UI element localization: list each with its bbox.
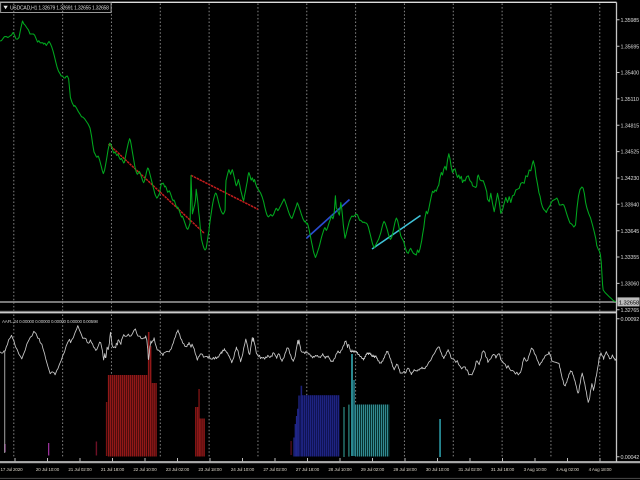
svg-text:21 Jul 02:00: 21 Jul 02:00 [68,467,92,472]
svg-text:22 Jul 10:00: 22 Jul 10:00 [133,467,157,472]
svg-text:24 Jul 10:00: 24 Jul 10:00 [231,467,255,472]
svg-text:1.33940: 1.33940 [621,202,640,208]
svg-text:USDCAD,H1 1.32679 1.32691 1.3: USDCAD,H1 1.32679 1.32691 1.32655 1.3265… [10,6,109,12]
svg-text:29 Jul 18:00: 29 Jul 18:00 [393,467,417,472]
svg-text:23 Jul 02:00: 23 Jul 02:00 [166,467,190,472]
svg-text:31 Jul 18:00: 31 Jul 18:00 [491,467,515,472]
svg-text:1.33355: 1.33355 [621,255,640,261]
svg-text:1.35110: 1.35110 [621,97,639,103]
svg-text:1.32765: 1.32765 [621,308,640,314]
svg-text:23 Jul 18:00: 23 Jul 18:00 [198,467,222,472]
svg-text:1.34230: 1.34230 [621,176,640,182]
svg-text:4 Aug 18:00: 4 Aug 18:00 [589,467,612,472]
svg-text:31 Jul 02:00: 31 Jul 02:00 [458,467,482,472]
svg-text:28 Jul 10:00: 28 Jul 10:00 [328,467,352,472]
svg-text:3 Aug 10:00: 3 Aug 10:00 [524,467,547,472]
svg-text:4 Aug 02:00: 4 Aug 02:00 [556,467,579,472]
svg-text:1.33645: 1.33645 [621,229,640,235]
svg-text:1.34815: 1.34815 [621,123,640,129]
svg-text:17 Jul 2020: 17 Jul 2020 [1,467,24,472]
svg-text:30 Jul 10:00: 30 Jul 10:00 [426,467,450,472]
svg-text:0.00042: 0.00042 [621,455,640,461]
svg-text:27 Jul 18:00: 27 Jul 18:00 [296,467,320,472]
svg-text:1.35695: 1.35695 [621,44,640,50]
svg-text:27 Jul 02:00: 27 Jul 02:00 [263,467,287,472]
svg-text:1.35400: 1.35400 [621,71,640,77]
svg-text:0.00092: 0.00092 [621,317,640,323]
svg-text:21 Jul 18:00: 21 Jul 18:00 [101,467,125,472]
svg-text:1.35985: 1.35985 [621,18,640,24]
svg-text:1.32658: 1.32658 [619,301,639,307]
svg-text:29 Jul 02:00: 29 Jul 02:00 [361,467,385,472]
svg-text:AAFL,24 0.00000 0.00000 0.0000: AAFL,24 0.00000 0.00000 0.00000 0.00000 … [2,319,98,324]
svg-text:1.33060: 1.33060 [621,282,640,288]
svg-text:20 Jul 10:00: 20 Jul 10:00 [36,467,60,472]
svg-text:1.34525: 1.34525 [621,150,640,156]
